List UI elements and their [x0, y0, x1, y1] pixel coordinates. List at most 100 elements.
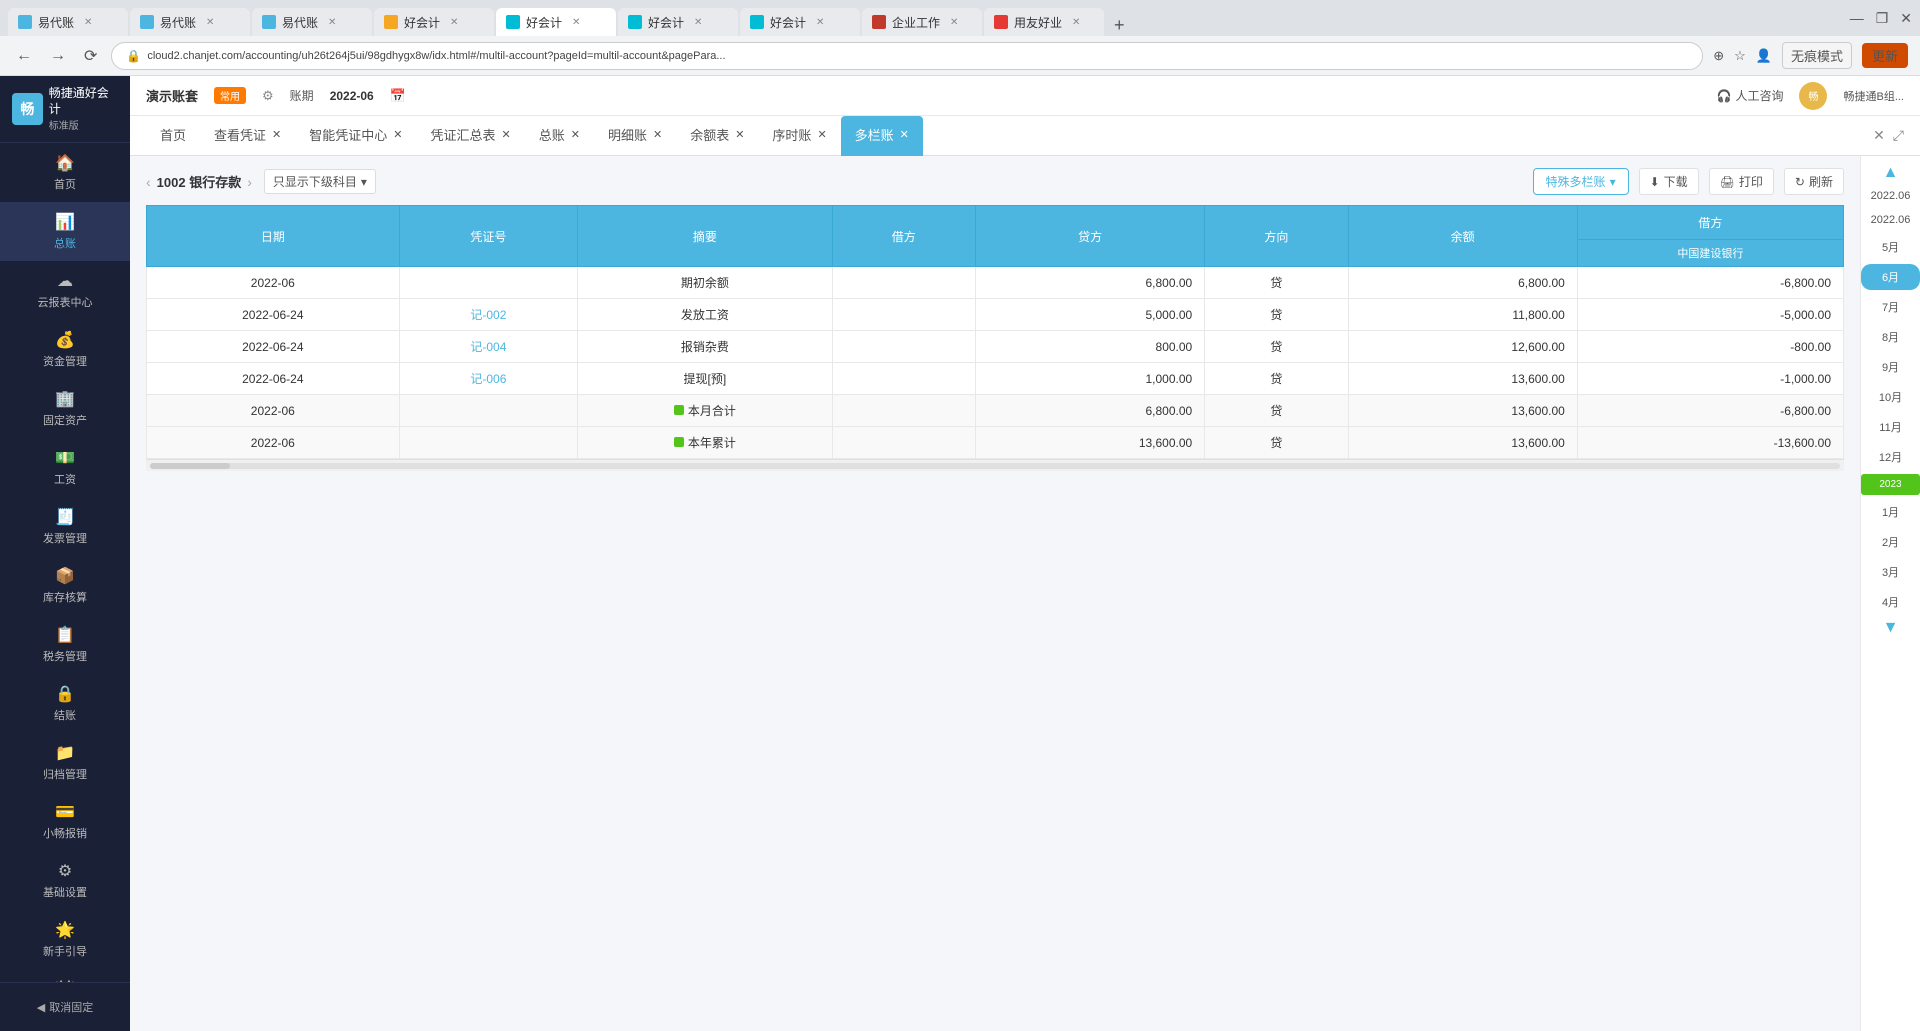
tab-voucher-summary-close[interactable]: ✕: [502, 128, 511, 141]
next-account-button[interactable]: ›: [247, 174, 252, 190]
scroll-thumb[interactable]: [150, 463, 230, 469]
sidebar-item-ledger[interactable]: 📊 总账: [0, 202, 130, 261]
month-8[interactable]: 8月: [1861, 324, 1920, 350]
expand-panel-icon[interactable]: ⤢: [1893, 127, 1904, 144]
tab-8-close[interactable]: ✕: [950, 17, 958, 28]
tab-detail-ledger-close[interactable]: ✕: [653, 128, 662, 141]
ai-consult-button[interactable]: 🎧 人工咨询: [1717, 87, 1784, 104]
cell-voucher[interactable]: 记-004: [399, 331, 577, 363]
month-5[interactable]: 5月: [1861, 234, 1920, 260]
sidebar-item-tax[interactable]: 📋 税务管理: [0, 615, 130, 674]
sidebar-item-fund[interactable]: 💰 资金管理: [0, 320, 130, 379]
cell-voucher: [399, 395, 577, 427]
sidebar-item-report[interactable]: ☁ 云报表中心: [0, 261, 130, 320]
month-2[interactable]: 2月: [1861, 529, 1920, 555]
tab-1[interactable]: 易代账 ✕: [8, 8, 128, 36]
tab-5-close[interactable]: ✕: [572, 17, 580, 28]
lock-icon: 🔒: [126, 49, 141, 63]
cell-voucher[interactable]: 记-006: [399, 363, 577, 395]
cell-voucher[interactable]: 记-002: [399, 299, 577, 331]
tab-voucher-view-close[interactable]: ✕: [272, 128, 281, 141]
tab-sequence-ledger-close[interactable]: ✕: [817, 128, 826, 141]
update-button[interactable]: 更新: [1862, 43, 1908, 68]
profile-icon[interactable]: 👤: [1756, 48, 1772, 64]
tab-2-close[interactable]: ✕: [206, 17, 214, 28]
tab-3-close[interactable]: ✕: [328, 17, 336, 28]
calendar-icon[interactable]: 📅: [390, 88, 406, 104]
settings-gear-icon[interactable]: ⚙: [262, 88, 274, 104]
refresh-button[interactable]: ⟳: [80, 42, 101, 70]
tab-general-ledger[interactable]: 总账 ✕: [525, 116, 594, 156]
sidebar-item-member[interactable]: 👑 畅会员: [0, 969, 130, 982]
tab-5[interactable]: 好会计 ✕: [496, 8, 616, 36]
unpin-button[interactable]: ◀ 取消固定: [0, 993, 130, 1021]
filter-dropdown[interactable]: 只显示下级科目 ▾: [264, 169, 376, 194]
sidebar-item-close[interactable]: 🔒 结账: [0, 674, 130, 733]
tab-general-ledger-close[interactable]: ✕: [571, 128, 580, 141]
close-button[interactable]: ✕: [1900, 10, 1912, 27]
restore-button[interactable]: ❐: [1876, 10, 1889, 27]
refresh-button-toolbar[interactable]: ↻ 刷新: [1784, 168, 1844, 195]
tab-4-close[interactable]: ✕: [450, 17, 458, 28]
special-multicolumn-button[interactable]: 特殊多栏账 ▾: [1533, 168, 1629, 195]
minimize-button[interactable]: —: [1850, 10, 1864, 26]
month-12[interactable]: 12月: [1861, 444, 1920, 470]
month-9[interactable]: 9月: [1861, 354, 1920, 380]
tab-9[interactable]: 用友好业 ✕: [984, 8, 1104, 36]
sidebar-item-settings[interactable]: ⚙ 基础设置: [0, 851, 130, 910]
tab-2[interactable]: 易代账 ✕: [130, 8, 250, 36]
tab-6-close[interactable]: ✕: [694, 17, 702, 28]
forward-button[interactable]: →: [46, 43, 70, 69]
back-button[interactable]: ←: [12, 43, 36, 69]
tab-3[interactable]: 易代账 ✕: [252, 8, 372, 36]
tab-multi-column[interactable]: 多栏账 ✕: [841, 116, 923, 156]
prev-account-button[interactable]: ‹: [146, 174, 151, 190]
tab-1-close[interactable]: ✕: [84, 17, 92, 28]
sidebar-item-salary[interactable]: 💵 工资: [0, 438, 130, 497]
print-button[interactable]: 🖨 打印: [1709, 168, 1774, 195]
month-7[interactable]: 7月: [1861, 294, 1920, 320]
tab-7[interactable]: 好会计 ✕: [740, 8, 860, 36]
new-tab-button[interactable]: +: [1106, 15, 1133, 36]
month-3[interactable]: 3月: [1861, 559, 1920, 585]
tab-homepage[interactable]: 首页: [146, 116, 200, 156]
logo-area: 畅 畅捷通好会计 标准版: [0, 76, 130, 143]
tab-detail-ledger[interactable]: 明细账 ✕: [594, 116, 676, 156]
tab-9-close[interactable]: ✕: [1072, 17, 1080, 28]
sidebar-item-inventory[interactable]: 📦 库存核算: [0, 556, 130, 615]
month-11[interactable]: 11月: [1861, 414, 1920, 440]
sidebar-item-archive[interactable]: 📁 归档管理: [0, 733, 130, 792]
sidebar-item-asset[interactable]: 🏢 固定资产: [0, 379, 130, 438]
tab-sequence-ledger[interactable]: 序时账 ✕: [758, 116, 840, 156]
month-4[interactable]: 4月: [1861, 589, 1920, 615]
scroll-down-button[interactable]: ▼: [1883, 619, 1899, 637]
tab-balance-sheet-close[interactable]: ✕: [735, 128, 744, 141]
extensions-icon[interactable]: ⊕: [1713, 48, 1724, 64]
address-input[interactable]: 🔒 cloud2.chanjet.com/accounting/uh26t264…: [111, 42, 1703, 70]
tab-voucher-view[interactable]: 查看凭证 ✕: [200, 116, 295, 156]
tab-4[interactable]: 好会计 ✕: [374, 8, 494, 36]
sidebar-bottom: ◀ 取消固定: [0, 982, 130, 1031]
month-1[interactable]: 1月: [1861, 499, 1920, 525]
wuhen-button[interactable]: 无痕模式: [1782, 42, 1852, 69]
download-button[interactable]: ⬇ 下载: [1639, 168, 1699, 195]
tab-multi-column-close[interactable]: ✕: [900, 128, 909, 141]
user-avatar[interactable]: 畅: [1799, 82, 1827, 110]
scroll-up-button[interactable]: ▲: [1883, 164, 1899, 182]
tab-voucher-summary[interactable]: 凭证汇总表 ✕: [416, 116, 524, 156]
sidebar-item-guide[interactable]: 🌟 新手引导: [0, 910, 130, 969]
tab-7-close[interactable]: ✕: [816, 17, 824, 28]
bookmark-icon[interactable]: ☆: [1734, 48, 1746, 64]
bottom-scrollbar[interactable]: [146, 459, 1844, 471]
tab-smart-voucher-close[interactable]: ✕: [393, 128, 402, 141]
sidebar-item-home[interactable]: 🏠 首页: [0, 143, 130, 202]
tab-smart-voucher[interactable]: 智能凭证中心 ✕: [295, 116, 416, 156]
tab-balance-sheet[interactable]: 余额表 ✕: [676, 116, 758, 156]
collapse-panel-icon[interactable]: ✕: [1873, 127, 1885, 144]
month-6[interactable]: 6月: [1861, 264, 1920, 290]
tab-8[interactable]: 企业工作 ✕: [862, 8, 982, 36]
sidebar-item-expense[interactable]: 💳 小畅报销: [0, 792, 130, 851]
tab-6[interactable]: 好会计 ✕: [618, 8, 738, 36]
month-10[interactable]: 10月: [1861, 384, 1920, 410]
sidebar-item-invoice[interactable]: 🧾 发票管理: [0, 497, 130, 556]
